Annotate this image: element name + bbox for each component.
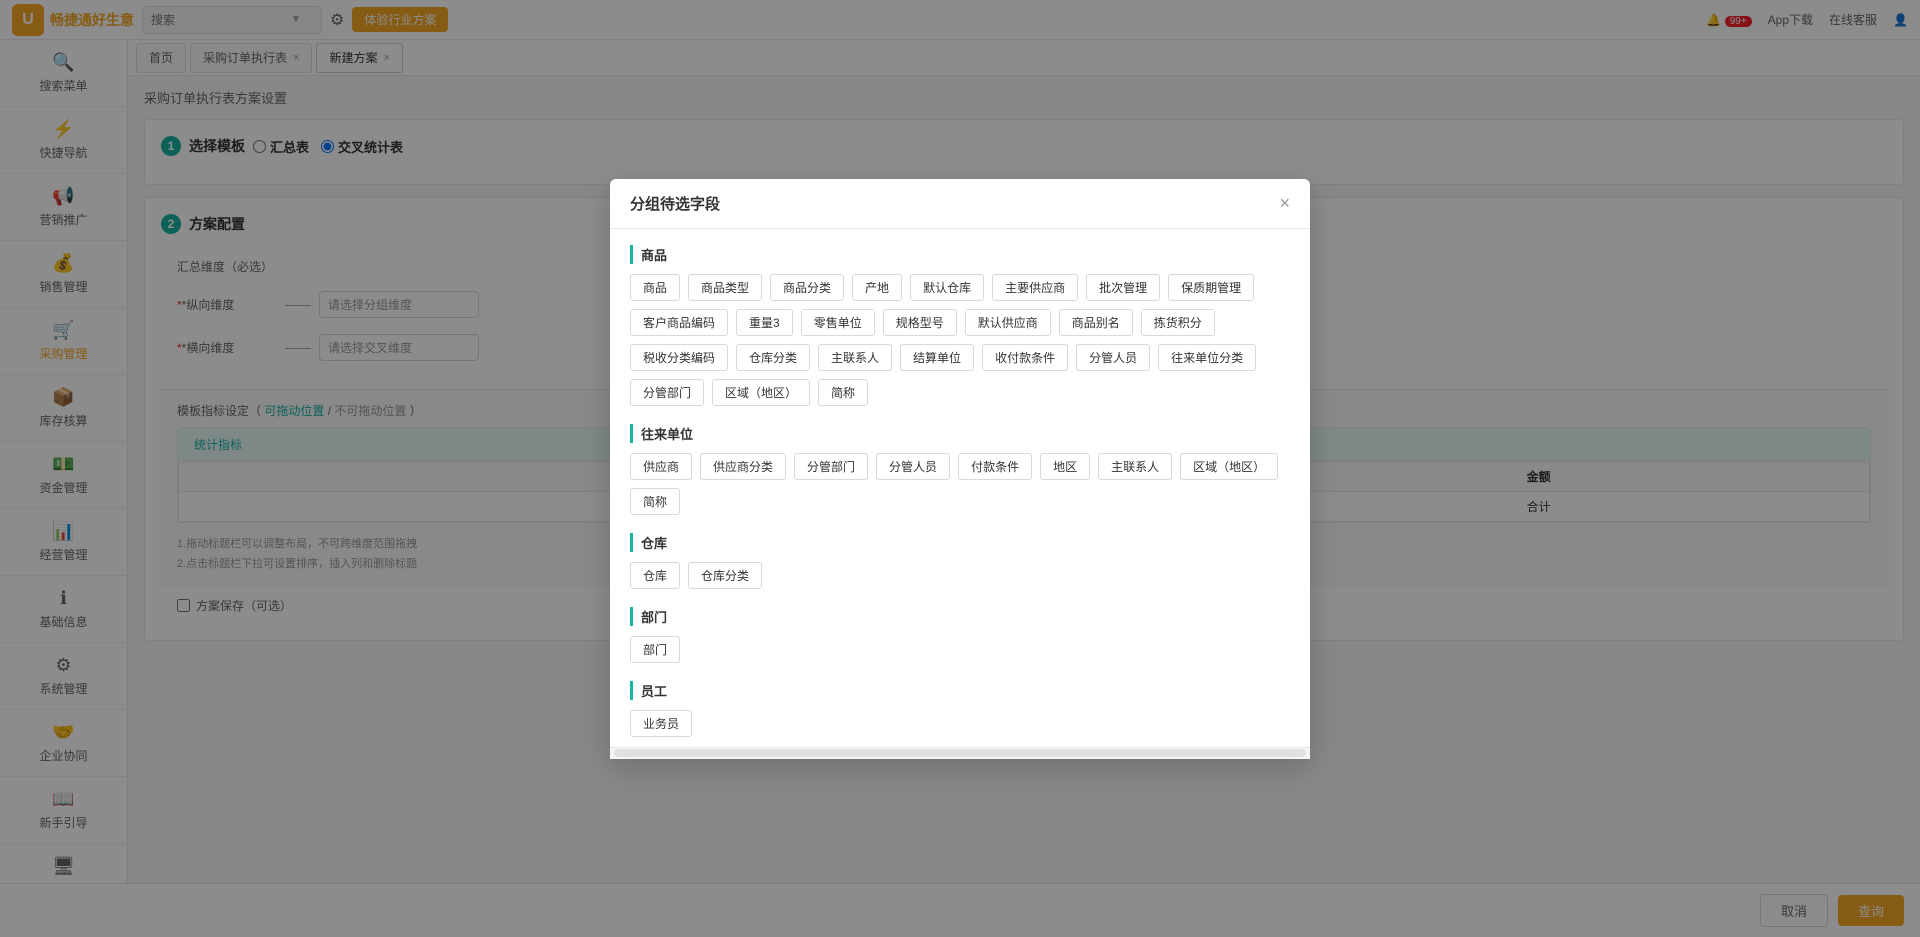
field-tag-0-21[interactable]: 往来单位分类	[1158, 344, 1256, 371]
field-tag-0-16[interactable]: 仓库分类	[736, 344, 810, 371]
field-tag-2-1[interactable]: 仓库分类	[688, 562, 762, 589]
field-tag-1-0[interactable]: 供应商	[630, 453, 692, 480]
field-group-0: 商品商品商品类型商品分类产地默认仓库主要供应商批次管理保质期管理客户商品编码重量…	[630, 245, 1290, 406]
field-group-title-3: 部门	[630, 607, 1290, 626]
modal-close-icon[interactable]: ×	[1279, 193, 1290, 214]
field-tags-3: 部门	[630, 636, 1290, 663]
field-tags-2: 仓库仓库分类	[630, 562, 1290, 589]
modal-hscrollbar[interactable]	[610, 747, 1310, 758]
field-tag-0-5[interactable]: 主要供应商	[992, 274, 1078, 301]
field-tag-4-0[interactable]: 业务员	[630, 710, 692, 737]
field-tag-0-14[interactable]: 拣货积分	[1141, 309, 1215, 336]
field-tag-1-7[interactable]: 区域（地区）	[1180, 453, 1278, 480]
field-group-title-2: 仓库	[630, 533, 1290, 552]
field-tag-2-0[interactable]: 仓库	[630, 562, 680, 589]
field-tag-1-5[interactable]: 地区	[1040, 453, 1090, 480]
field-group-4: 员工业务员	[630, 681, 1290, 737]
field-tag-0-6[interactable]: 批次管理	[1086, 274, 1160, 301]
field-tag-0-1[interactable]: 商品类型	[688, 274, 762, 301]
modal-title: 分组待选字段	[630, 193, 720, 214]
field-tag-0-4[interactable]: 默认仓库	[910, 274, 984, 301]
field-tag-0-18[interactable]: 结算单位	[900, 344, 974, 371]
field-tag-0-24[interactable]: 简称	[818, 379, 868, 406]
field-group-3: 部门部门	[630, 607, 1290, 663]
modal-dialog: 分组待选字段 × 商品商品商品类型商品分类产地默认仓库主要供应商批次管理保质期管…	[610, 179, 1310, 759]
field-tag-0-8[interactable]: 客户商品编码	[630, 309, 728, 336]
field-tag-0-13[interactable]: 商品别名	[1059, 309, 1133, 336]
modal-header: 分组待选字段 ×	[610, 179, 1310, 229]
field-tags-0: 商品商品类型商品分类产地默认仓库主要供应商批次管理保质期管理客户商品编码重量3 零…	[630, 274, 1290, 406]
field-tag-0-12[interactable]: 默认供应商	[965, 309, 1051, 336]
field-tag-1-6[interactable]: 主联系人	[1098, 453, 1172, 480]
field-tag-1-2[interactable]: 分管部门	[794, 453, 868, 480]
field-tags-4: 业务员	[630, 710, 1290, 737]
field-tag-3-0[interactable]: 部门	[630, 636, 680, 663]
field-tag-0-19[interactable]: 收付款条件	[982, 344, 1068, 371]
field-tag-0-0[interactable]: 商品	[630, 274, 680, 301]
field-tags-1: 供应商供应商分类分管部门分管人员付款条件地区主联系人区域（地区） 简称	[630, 453, 1290, 515]
field-group-title-0: 商品	[630, 245, 1290, 264]
field-group-2: 仓库仓库仓库分类	[630, 533, 1290, 589]
field-tag-0-22[interactable]: 分管部门	[630, 379, 704, 406]
field-tag-0-17[interactable]: 主联系人	[818, 344, 892, 371]
field-tag-0-10[interactable]: 零售单位	[801, 309, 875, 336]
field-tag-0-9[interactable]: 重量3	[736, 309, 793, 336]
modal-body: 商品商品商品类型商品分类产地默认仓库主要供应商批次管理保质期管理客户商品编码重量…	[610, 229, 1310, 748]
field-tag-1-8[interactable]: 简称	[630, 488, 680, 515]
field-tag-0-3[interactable]: 产地	[852, 274, 902, 301]
field-tag-0-2[interactable]: 商品分类	[770, 274, 844, 301]
field-tag-1-1[interactable]: 供应商分类	[700, 453, 786, 480]
field-tag-0-23[interactable]: 区域（地区）	[712, 379, 810, 406]
field-group-title-1: 往来单位	[630, 424, 1290, 443]
field-tag-1-4[interactable]: 付款条件	[958, 453, 1032, 480]
field-tag-0-20[interactable]: 分管人员	[1076, 344, 1150, 371]
field-tag-0-11[interactable]: 规格型号	[883, 309, 957, 336]
field-tag-0-7[interactable]: 保质期管理	[1168, 274, 1254, 301]
field-group-title-4: 员工	[630, 681, 1290, 700]
modal-overlay[interactable]: 分组待选字段 × 商品商品商品类型商品分类产地默认仓库主要供应商批次管理保质期管…	[0, 0, 1920, 937]
field-tag-1-3[interactable]: 分管人员	[876, 453, 950, 480]
field-tag-0-15[interactable]: 税收分类编码	[630, 344, 728, 371]
field-group-1: 往来单位供应商供应商分类分管部门分管人员付款条件地区主联系人区域（地区） 简称	[630, 424, 1290, 515]
